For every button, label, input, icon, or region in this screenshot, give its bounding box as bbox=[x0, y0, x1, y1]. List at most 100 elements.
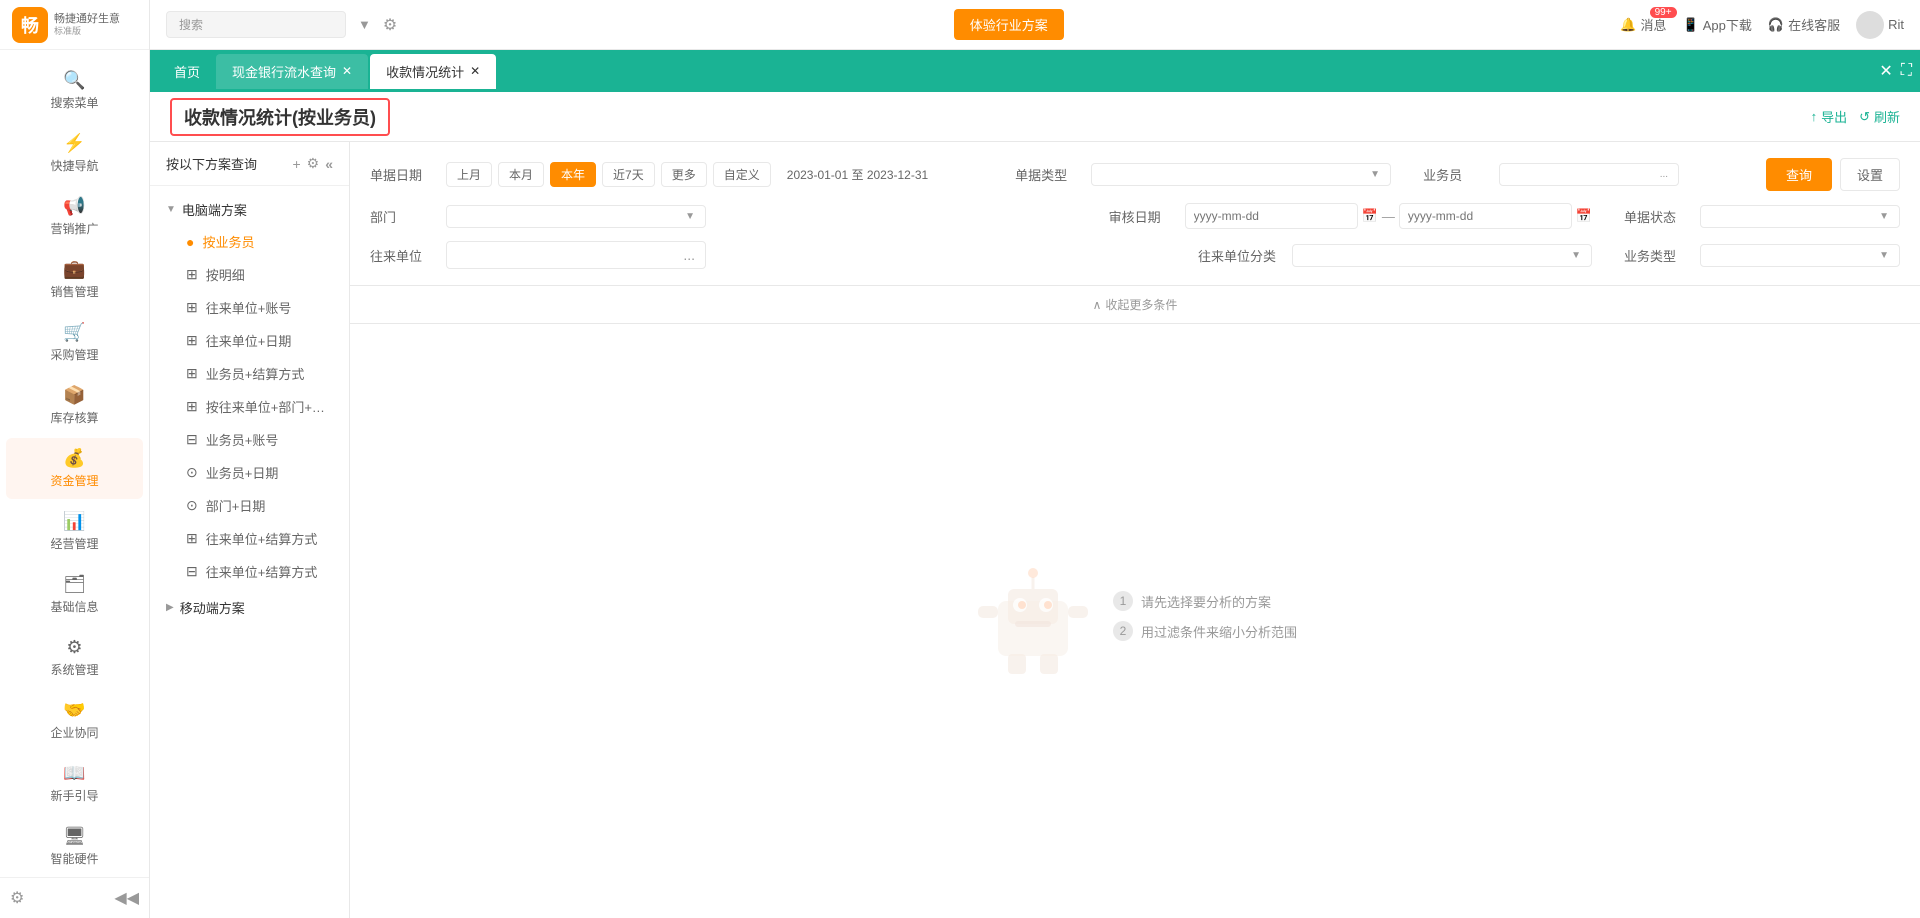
scheme-item-unit-date[interactable]: ⊞ 往来单位+日期 bbox=[150, 324, 349, 357]
online-service-button[interactable]: 🎧 在线客服 bbox=[1768, 15, 1840, 34]
topbar-dropdown-arrow[interactable]: ▼ bbox=[358, 17, 371, 32]
tab-bar: 首页 现金银行流水查询 ✕ 收款情况统计 ✕ ✕ ⛶ bbox=[150, 50, 1920, 92]
topbar-gear-icon[interactable]: ⚙ bbox=[383, 15, 397, 35]
collapse-bar[interactable]: ∧ 收起更多条件 bbox=[350, 286, 1920, 324]
tab-collection-stat[interactable]: 收款情况统计 ✕ bbox=[370, 54, 496, 89]
tab-fullscreen-btn[interactable]: ⛶ bbox=[1901, 62, 1912, 80]
refresh-label: 刷新 bbox=[1874, 107, 1900, 126]
sidebar-item-cooperation[interactable]: 🤝 企业协同 bbox=[6, 690, 143, 751]
sidebar-collapse-btn[interactable]: ◀◀ bbox=[114, 888, 139, 908]
scheme-item-unit-dept-collect[interactable]: ⊞ 按往来单位+部门+收... bbox=[150, 390, 349, 423]
business-type-select[interactable]: ▼ bbox=[1700, 244, 1900, 267]
scheme-item-icon: ⊞ bbox=[186, 530, 198, 547]
sidebar-item-operations[interactable]: 📊 经营管理 bbox=[6, 501, 143, 562]
scheme-item-by-salesperson[interactable]: ● 按业务员 bbox=[150, 225, 349, 258]
scheme-group-desktop-header[interactable]: ▼ 电脑端方案 bbox=[150, 194, 349, 225]
doc-status-select[interactable]: ▼ bbox=[1700, 205, 1900, 228]
scheme-item-dept-date[interactable]: ⊙ 部门+日期 bbox=[150, 489, 349, 522]
export-button[interactable]: ↑ 导出 bbox=[1811, 107, 1848, 126]
scheme-item-icon: ⊞ bbox=[186, 332, 198, 349]
scheme-item-salesperson-account[interactable]: ⊟ 业务员+账号 bbox=[150, 423, 349, 456]
sidebar-item-label: 企业协同 bbox=[50, 724, 98, 741]
tab-collection-stat-close[interactable]: ✕ bbox=[470, 64, 480, 78]
dept-dropdown-icon: ▼ bbox=[685, 211, 695, 222]
scheme-item-label: 按业务员 bbox=[202, 232, 254, 251]
search-menu-icon: 🔍 bbox=[63, 70, 85, 91]
group-expand-icon: ▶ bbox=[166, 602, 174, 613]
date-btn-more[interactable]: 更多 bbox=[661, 162, 707, 187]
sidebar-item-sales[interactable]: 💼 销售管理 bbox=[6, 249, 143, 310]
topbar-search[interactable]: 搜索 bbox=[166, 11, 346, 38]
scheme-group-label: 电脑端方案 bbox=[182, 200, 247, 219]
filter-row-2: 部门 ▼ 审核日期 📅 — 📅 单据状 bbox=[370, 203, 1900, 229]
sidebar-item-system[interactable]: ⚙ 系统管理 bbox=[6, 627, 143, 688]
collapse-icon: ∧ bbox=[1093, 298, 1102, 312]
scheme-item-unit-payment2[interactable]: ⊟ 往来单位+结算方式 bbox=[150, 555, 349, 588]
refresh-button[interactable]: ↺ 刷新 bbox=[1859, 107, 1900, 126]
scheme-group-mobile-header[interactable]: ▶ 移动端方案 bbox=[150, 592, 349, 623]
scheme-settings-btn[interactable]: ⚙ bbox=[307, 155, 320, 172]
scheme-item-by-detail[interactable]: ⊞ 按明细 bbox=[150, 258, 349, 291]
user-area: Rit bbox=[1856, 11, 1904, 39]
sidebar-item-basic-info[interactable]: 🗂 基础信息 bbox=[6, 564, 143, 625]
sales-icon: 💼 bbox=[63, 259, 85, 280]
review-date-to[interactable] bbox=[1399, 203, 1572, 229]
trial-button[interactable]: 体验行业方案 bbox=[954, 9, 1064, 40]
scheme-item-label: 往来单位+账号 bbox=[206, 298, 292, 317]
export-label: 导出 bbox=[1821, 107, 1847, 126]
scheme-item-salesperson-payment[interactable]: ⊞ 业务员+结算方式 bbox=[150, 357, 349, 390]
sidebar-item-smart-hardware[interactable]: 🖥 智能硬件 bbox=[6, 816, 143, 877]
tip-text-2: 用过滤条件来缩小分析范围 bbox=[1141, 622, 1297, 641]
sidebar-item-inventory[interactable]: 📦 库存核算 bbox=[6, 375, 143, 436]
counterpart-more-icon[interactable]: ... bbox=[683, 247, 695, 263]
scheme-item-unit-payment1[interactable]: ⊞ 往来单位+结算方式 bbox=[150, 522, 349, 555]
date-btn-last-month[interactable]: 上月 bbox=[446, 162, 492, 187]
scheme-item-icon: ⊞ bbox=[186, 365, 198, 382]
sidebar-item-finance[interactable]: 💰 资金管理 bbox=[6, 438, 143, 499]
counterpart-select[interactable]: ... bbox=[446, 241, 706, 269]
scheme-section: ▼ 电脑端方案 ● 按业务员 ⊞ 按明细 ⊞ 往 bbox=[150, 186, 349, 635]
scheme-item-salesperson-date[interactable]: ⊙ 业务员+日期 bbox=[150, 456, 349, 489]
tab-bank-flow-close[interactable]: ✕ bbox=[342, 64, 352, 78]
date-btn-custom[interactable]: 自定义 bbox=[713, 162, 771, 187]
sidebar-item-label: 智能硬件 bbox=[50, 850, 98, 867]
scheme-item-unit-account[interactable]: ⊞ 往来单位+账号 bbox=[150, 291, 349, 324]
sidebar-item-marketing[interactable]: 📢 营销推广 bbox=[6, 186, 143, 247]
review-date-from[interactable] bbox=[1185, 203, 1358, 229]
sidebar-item-search-menu[interactable]: 🔍 搜索菜单 bbox=[6, 60, 143, 121]
dept-select[interactable]: ▼ bbox=[446, 205, 706, 228]
empty-content: 1 请先选择要分析的方案 2 用过滤条件来缩小分析范围 bbox=[973, 561, 1297, 681]
collapse-panel-btn[interactable]: « bbox=[325, 156, 333, 172]
app-download-button[interactable]: 📱 App下载 bbox=[1683, 15, 1752, 34]
sidebar-item-label: 新手引导 bbox=[50, 787, 98, 804]
salesperson-select[interactable]: ... bbox=[1499, 163, 1679, 186]
add-scheme-btn[interactable]: + bbox=[292, 156, 300, 172]
date-filter-label: 单据日期 bbox=[370, 165, 430, 184]
logo-icon: 畅 bbox=[12, 7, 48, 43]
tab-bank-flow[interactable]: 现金银行流水查询 ✕ bbox=[216, 54, 368, 89]
query-button[interactable]: 查询 bbox=[1766, 158, 1832, 191]
date-btn-7days[interactable]: 近7天 bbox=[602, 162, 655, 187]
tab-home[interactable]: 首页 bbox=[158, 54, 216, 89]
date-btn-this-year[interactable]: 本年 bbox=[550, 162, 596, 187]
doc-type-select[interactable]: ▼ bbox=[1091, 163, 1391, 186]
sidebar-item-quick-nav[interactable]: ⚡ 快捷导航 bbox=[6, 123, 143, 184]
date-btn-this-month[interactable]: 本月 bbox=[498, 162, 544, 187]
calendar-to-icon[interactable]: 📅 bbox=[1576, 208, 1592, 224]
settings-button[interactable]: 设置 bbox=[1840, 158, 1900, 191]
sidebar-item-purchase[interactable]: 🛒 采购管理 bbox=[6, 312, 143, 373]
calendar-from-icon[interactable]: 📅 bbox=[1362, 208, 1378, 224]
sidebar-item-guide[interactable]: 📖 新手引导 bbox=[6, 753, 143, 814]
sidebar-settings-btn[interactable]: ⚙ bbox=[10, 888, 24, 908]
logo-area: 畅 畅捷通好生意 标准版 bbox=[0, 0, 149, 50]
cooperation-icon: 🤝 bbox=[63, 700, 85, 721]
counterpart-type-dropdown-icon: ▼ bbox=[1571, 250, 1581, 261]
counterpart-type-select[interactable]: ▼ bbox=[1292, 244, 1592, 267]
sidebar-item-label: 资金管理 bbox=[50, 472, 98, 489]
tab-maximize-btn[interactable]: ✕ bbox=[1879, 61, 1892, 81]
basic-info-icon: 🗂 bbox=[63, 574, 86, 595]
scheme-group-label: 移动端方案 bbox=[180, 598, 245, 617]
doc-type-label: 单据类型 bbox=[1015, 165, 1075, 184]
service-label: 在线客服 bbox=[1788, 15, 1840, 34]
message-button[interactable]: 🔔 消息 99+ bbox=[1620, 15, 1666, 34]
